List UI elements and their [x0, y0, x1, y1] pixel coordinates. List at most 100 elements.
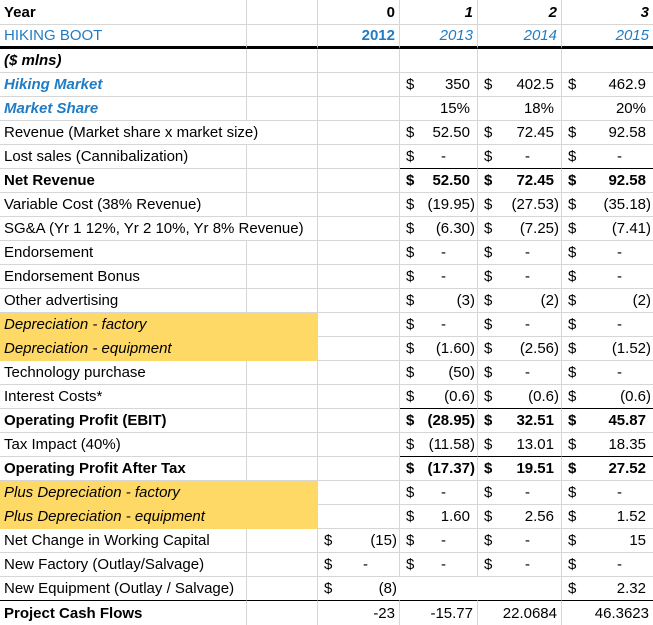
cell-year1[interactable]: $ - — [400, 265, 478, 289]
row-label-cell[interactable]: Other advertising — [0, 289, 247, 313]
cell-year1[interactable]: 1 — [400, 0, 478, 25]
cell-year0[interactable]: $ - — [318, 553, 400, 577]
cell-year3[interactable]: 46.3623 — [562, 601, 653, 625]
row-label-cell[interactable]: ($ mlns) — [0, 49, 247, 73]
cell-year3[interactable]: $ - — [562, 313, 653, 337]
cell-year1[interactable]: $ (6.30) — [400, 217, 478, 241]
cell-year0[interactable] — [318, 217, 400, 241]
row-label-cell[interactable]: Net Revenue — [0, 169, 247, 193]
cell-year2[interactable]: $ 2.56 — [478, 505, 562, 529]
cell-year2[interactable]: $ 72.45 — [478, 169, 562, 193]
cell-year2[interactable]: 2 — [478, 0, 562, 25]
cell-year3[interactable]: $ (2) — [562, 289, 653, 313]
cell-year2[interactable]: $ (27.53) — [478, 193, 562, 217]
cell-year1[interactable]: $ (11.58) — [400, 433, 478, 457]
cell-year0[interactable] — [318, 49, 400, 73]
spacer-cell[interactable] — [247, 25, 318, 49]
cell-year2[interactable]: $ - — [478, 265, 562, 289]
cell-year3[interactable]: $ - — [562, 145, 653, 169]
cell-year2[interactable]: 18% — [478, 97, 562, 121]
cell-year0[interactable] — [318, 313, 400, 337]
cell-year0[interactable] — [318, 505, 400, 529]
cell-year0[interactable] — [318, 169, 400, 193]
cell-year0[interactable] — [318, 457, 400, 481]
cell-year1[interactable]: $ (19.95) — [400, 193, 478, 217]
spacer-cell[interactable] — [247, 145, 318, 169]
cell-year1[interactable]: 2013 — [400, 25, 478, 49]
cell-year3[interactable]: 2015 — [562, 25, 653, 49]
spacer-cell[interactable] — [247, 289, 318, 313]
spacer-cell[interactable] — [247, 361, 318, 385]
cell-year2[interactable] — [478, 577, 562, 601]
cell-year0[interactable] — [318, 97, 400, 121]
row-label-cell[interactable]: Hiking Market — [0, 73, 247, 97]
cell-year1[interactable]: $ - — [400, 241, 478, 265]
cell-year1[interactable]: $ (17.37) — [400, 457, 478, 481]
cell-year2[interactable]: $ 32.51 — [478, 409, 562, 433]
cell-year1[interactable]: $ - — [400, 313, 478, 337]
row-label-cell[interactable]: Tax Impact (40%) — [0, 433, 247, 457]
cell-year0[interactable] — [318, 145, 400, 169]
row-label-cell[interactable]: Market Share — [0, 97, 247, 121]
cell-year3[interactable]: $ 45.87 — [562, 409, 653, 433]
row-label-cell[interactable]: Depreciation - factory — [0, 313, 318, 337]
cell-year2[interactable]: $ 19.51 — [478, 457, 562, 481]
cell-year3[interactable]: 3 — [562, 0, 653, 25]
cell-year1[interactable] — [400, 577, 478, 601]
cell-year1[interactable]: $ 350 — [400, 73, 478, 97]
cell-year0[interactable] — [318, 409, 400, 433]
cell-year2[interactable] — [478, 49, 562, 73]
row-label-cell[interactable]: Interest Costs* — [0, 385, 247, 409]
spacer-cell[interactable] — [247, 529, 318, 553]
cell-year0[interactable] — [318, 361, 400, 385]
cell-year0[interactable]: $ (15) — [318, 529, 400, 553]
cell-year2[interactable]: $ (2.56) — [478, 337, 562, 361]
cell-year1[interactable] — [400, 49, 478, 73]
cell-year0[interactable]: 2012 — [318, 25, 400, 49]
row-label-cell[interactable]: HIKING BOOT — [0, 25, 247, 49]
cell-year3[interactable]: $ - — [562, 553, 653, 577]
row-label-cell[interactable]: Operating Profit (EBIT) — [0, 409, 247, 433]
cell-year2[interactable]: $ 13.01 — [478, 433, 562, 457]
cell-year3[interactable]: $ (0.6) — [562, 385, 653, 409]
cell-year3[interactable]: 20% — [562, 97, 653, 121]
row-label-cell[interactable]: Project Cash Flows — [0, 601, 247, 625]
cell-year2[interactable]: $ - — [478, 241, 562, 265]
cell-year3[interactable]: $ 92.58 — [562, 121, 653, 145]
cell-year0[interactable] — [318, 289, 400, 313]
spacer-cell[interactable] — [247, 97, 318, 121]
cell-year0[interactable] — [318, 433, 400, 457]
row-label-cell[interactable]: Net Change in Working Capital — [0, 529, 247, 553]
cell-year3[interactable]: $ (35.18) — [562, 193, 653, 217]
cell-year1[interactable]: $ - — [400, 145, 478, 169]
spacer-cell[interactable] — [247, 457, 318, 481]
row-label-cell[interactable]: New Equipment (Outlay / Salvage) — [0, 577, 247, 601]
cell-year0[interactable] — [318, 265, 400, 289]
cell-year0[interactable] — [318, 337, 400, 361]
spacer-cell[interactable] — [247, 193, 318, 217]
spacer-cell[interactable] — [247, 385, 318, 409]
cell-year3[interactable]: $ - — [562, 361, 653, 385]
cell-year3[interactable]: $ 1.52 — [562, 505, 653, 529]
row-label-cell[interactable]: Year — [0, 0, 247, 25]
spacer-cell[interactable] — [247, 433, 318, 457]
row-label-cell[interactable]: Endorsement Bonus — [0, 265, 247, 289]
row-label-cell[interactable]: Operating Profit After Tax — [0, 457, 247, 481]
cell-year3[interactable]: $ (1.52) — [562, 337, 653, 361]
cell-year1[interactable]: -15.77 — [400, 601, 478, 625]
cell-year1[interactable]: $ (3) — [400, 289, 478, 313]
cell-year1[interactable]: $ - — [400, 481, 478, 505]
cell-year1[interactable]: $ (28.95) — [400, 409, 478, 433]
cell-year3[interactable]: $ - — [562, 241, 653, 265]
cell-year0[interactable]: 0 — [318, 0, 400, 25]
spacer-cell[interactable] — [247, 265, 318, 289]
cell-year3[interactable]: $ 2.32 — [562, 577, 653, 601]
cell-year0[interactable] — [318, 193, 400, 217]
cell-year3[interactable]: $ 462.9 — [562, 73, 653, 97]
cell-year2[interactable]: $ - — [478, 553, 562, 577]
row-label-cell[interactable]: Technology purchase — [0, 361, 247, 385]
cell-year2[interactable]: $ (2) — [478, 289, 562, 313]
cell-year1[interactable]: $ 1.60 — [400, 505, 478, 529]
spacer-cell[interactable] — [247, 169, 318, 193]
cell-year2[interactable]: $ - — [478, 313, 562, 337]
